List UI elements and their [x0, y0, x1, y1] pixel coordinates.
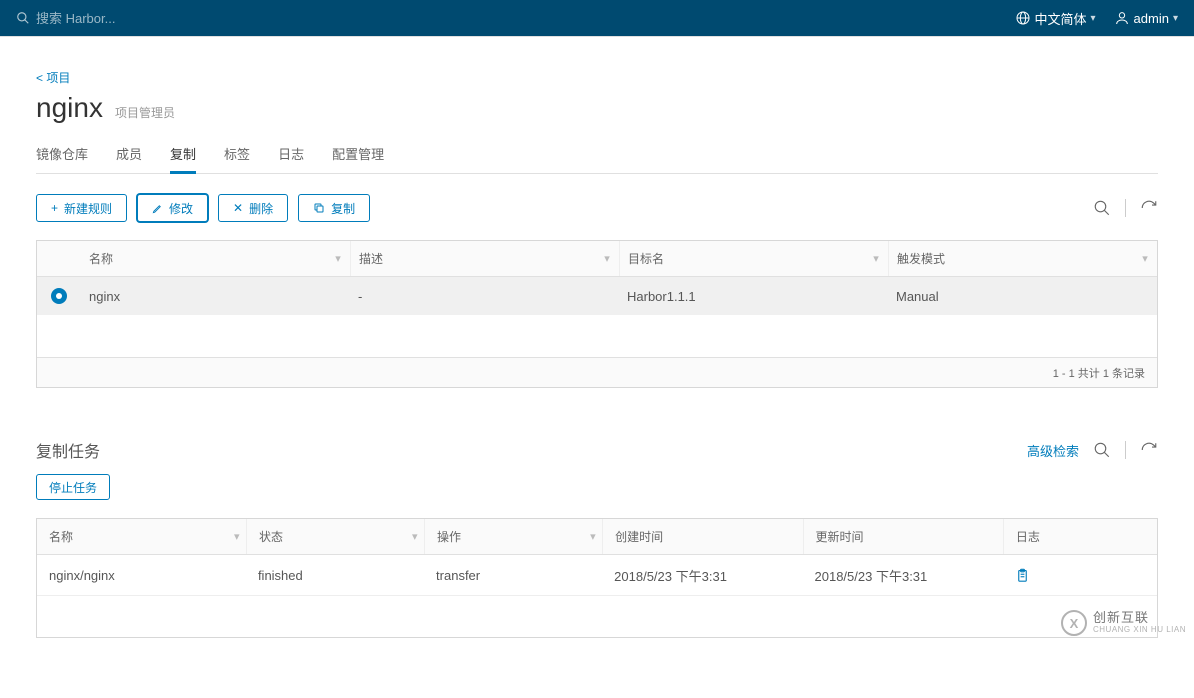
- filter-icon[interactable]: ▾: [595, 252, 619, 265]
- plus-icon: +: [51, 202, 58, 214]
- edit-label: 修改: [169, 200, 193, 217]
- tab-repositories[interactable]: 镜像仓库: [36, 136, 88, 173]
- tasks-header-right: 高级检索: [1027, 441, 1158, 460]
- search-icon[interactable]: [1093, 199, 1111, 217]
- breadcrumb[interactable]: < 项目: [36, 69, 1158, 86]
- rules-table-header: 名称 ▾ 描述 ▾ 目标名 ▾ 触发模式 ▾: [37, 241, 1157, 277]
- copy-icon: [313, 202, 325, 214]
- stop-task-label: 停止任务: [49, 479, 97, 496]
- tab-logs[interactable]: 日志: [278, 136, 304, 173]
- copy-button[interactable]: 复制: [298, 194, 370, 222]
- pencil-icon: [152, 203, 163, 214]
- col-description: 描述: [350, 241, 595, 276]
- filter-icon[interactable]: ▾: [222, 530, 246, 543]
- cell-description: -: [350, 289, 595, 304]
- tasks-table: 名称 ▾ 状态 ▾ 操作 ▾ 创建时间 更新时间 日志 nginx/nginx …: [36, 518, 1158, 638]
- search-icon[interactable]: [1093, 441, 1111, 459]
- rules-table: 名称 ▾ 描述 ▾ 目标名 ▾ 触发模式 ▾ nginx - Harbor1.1…: [36, 240, 1158, 388]
- watermark-logo-icon: X: [1061, 610, 1087, 636]
- table-row[interactable]: nginx/nginx finished transfer 2018/5/23 …: [37, 555, 1157, 595]
- action-bar: + 新建规则 修改 ✕ 删除 复制: [36, 194, 1158, 222]
- advanced-search-link[interactable]: 高级检索: [1027, 441, 1079, 460]
- delete-label: 删除: [249, 200, 273, 217]
- copy-label: 复制: [331, 200, 355, 217]
- filter-icon[interactable]: ▾: [326, 252, 350, 265]
- cell-updated: 2018/5/23 下午3:31: [803, 566, 1003, 585]
- col-status: 状态: [246, 519, 400, 554]
- refresh-icon[interactable]: [1140, 441, 1158, 459]
- clipboard-icon[interactable]: [1015, 568, 1145, 583]
- edit-button[interactable]: 修改: [137, 194, 208, 222]
- cell-target: Harbor1.1.1: [619, 289, 864, 304]
- col-name: 名称: [81, 250, 326, 267]
- watermark-cn: 创新互联: [1093, 611, 1186, 625]
- tab-replication[interactable]: 复制: [170, 136, 196, 173]
- language-label: 中文简体: [1035, 9, 1087, 28]
- table-footer: 1 - 1 共计 1 条记录: [37, 357, 1157, 387]
- filter-icon[interactable]: ▾: [1133, 252, 1157, 265]
- col-trigger: 触发模式: [888, 241, 1133, 276]
- tabs: 镜像仓库 成员 复制 标签 日志 配置管理: [36, 136, 1158, 174]
- cell-trigger: Manual: [888, 289, 1133, 304]
- title-row: nginx 项目管理员: [36, 92, 1158, 124]
- filter-icon[interactable]: ▾: [400, 530, 424, 543]
- col-name: 名称: [37, 528, 222, 545]
- action-bar-right: [1093, 199, 1158, 217]
- table-spacer: [37, 595, 1157, 637]
- page-content: < 项目 nginx 项目管理员 镜像仓库 成员 复制 标签 日志 配置管理 +…: [0, 37, 1194, 698]
- table-spacer: [37, 315, 1157, 357]
- user-label: admin: [1134, 11, 1169, 26]
- new-rule-button[interactable]: + 新建规则: [36, 194, 127, 222]
- language-switcher[interactable]: 中文简体 ▾: [1015, 9, 1096, 28]
- cell-operation: transfer: [424, 568, 578, 583]
- page-title: nginx: [36, 92, 103, 124]
- tab-config[interactable]: 配置管理: [332, 136, 384, 173]
- col-target: 目标名: [619, 241, 864, 276]
- radio-selected-icon: [51, 288, 67, 304]
- table-row[interactable]: nginx - Harbor1.1.1 Manual: [37, 277, 1157, 315]
- pagination-text: 1 - 1 共计 1 条记录: [1053, 365, 1145, 381]
- refresh-icon[interactable]: [1140, 199, 1158, 217]
- tasks-section-header: 复制任务 高级检索: [36, 438, 1158, 462]
- cell-status: finished: [246, 568, 400, 583]
- delete-button[interactable]: ✕ 删除: [218, 194, 288, 222]
- tab-labels[interactable]: 标签: [224, 136, 250, 173]
- search-input[interactable]: [36, 11, 216, 26]
- col-updated: 更新时间: [803, 519, 1003, 554]
- row-selector[interactable]: [37, 288, 81, 304]
- watermark-en: CHUANG XIN HU LIAN: [1093, 626, 1186, 635]
- tasks-title: 复制任务: [36, 438, 100, 462]
- close-icon: ✕: [233, 202, 243, 214]
- divider: [1125, 199, 1126, 217]
- stop-task-button[interactable]: 停止任务: [36, 474, 110, 500]
- chevron-down-icon: ▾: [1091, 13, 1096, 24]
- search-wrap: [16, 11, 216, 26]
- filter-icon[interactable]: ▾: [578, 530, 602, 543]
- tasks-table-header: 名称 ▾ 状态 ▾ 操作 ▾ 创建时间 更新时间 日志: [37, 519, 1157, 555]
- col-created: 创建时间: [602, 519, 802, 554]
- globe-icon: [1015, 10, 1031, 26]
- new-rule-label: 新建规则: [64, 200, 112, 217]
- col-operation: 操作: [424, 519, 578, 554]
- tab-members[interactable]: 成员: [116, 136, 142, 173]
- cell-created: 2018/5/23 下午3:31: [602, 566, 802, 585]
- cell-name: nginx/nginx: [37, 568, 222, 583]
- col-log: 日志: [1003, 519, 1157, 554]
- user-icon: [1114, 10, 1130, 26]
- divider: [1125, 441, 1126, 459]
- search-icon: [16, 11, 30, 25]
- top-bar: 中文简体 ▾ admin ▾: [0, 0, 1194, 36]
- top-right: 中文简体 ▾ admin ▾: [1015, 9, 1179, 28]
- chevron-down-icon: ▾: [1173, 13, 1178, 24]
- page-subtitle: 项目管理员: [115, 104, 175, 121]
- user-menu[interactable]: admin ▾: [1114, 10, 1178, 26]
- watermark: X 创新互联 CHUANG XIN HU LIAN: [1061, 610, 1186, 636]
- cell-name: nginx: [81, 289, 326, 304]
- filter-icon[interactable]: ▾: [864, 252, 888, 265]
